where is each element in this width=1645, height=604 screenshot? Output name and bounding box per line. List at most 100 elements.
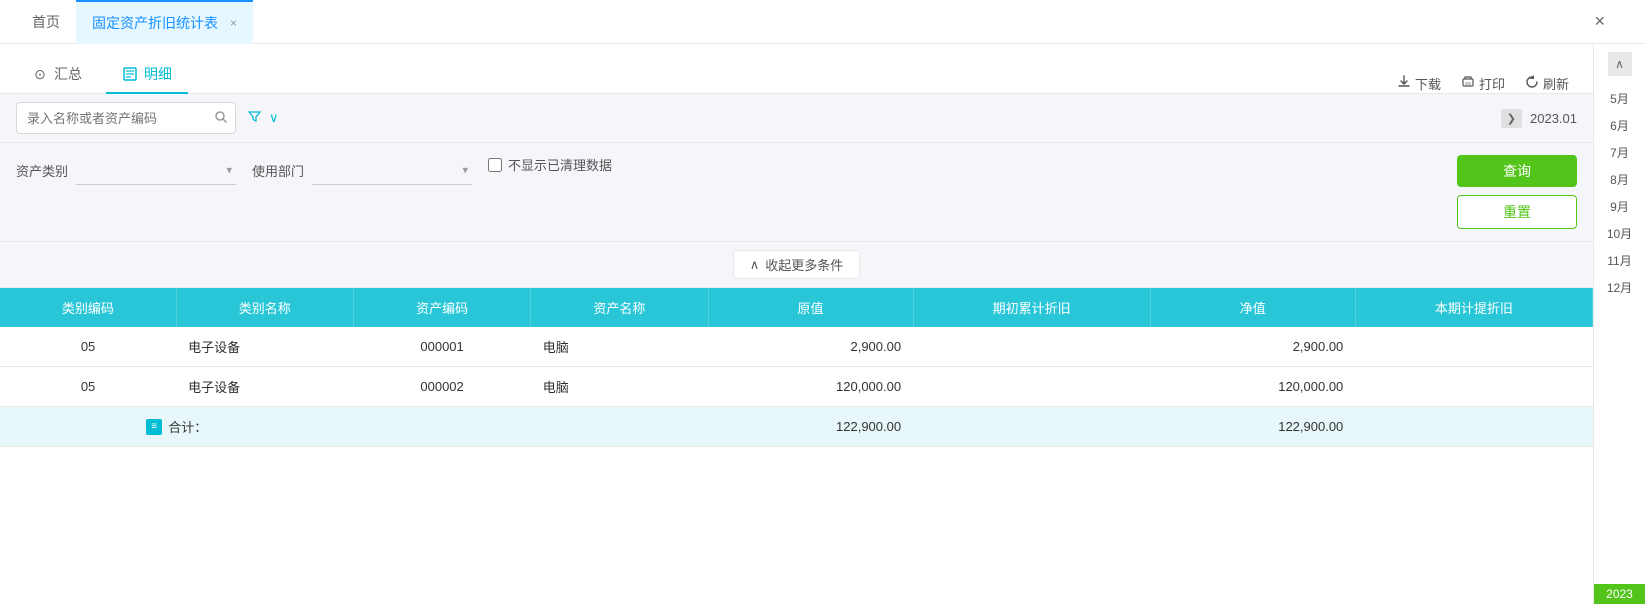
sidebar-month-9[interactable]: 9月 <box>1594 194 1645 219</box>
cell-accumulated-depreciation <box>913 327 1150 367</box>
collapse-button[interactable]: ∧ 收起更多条件 <box>733 250 861 279</box>
search-icon-button[interactable] <box>214 110 228 127</box>
filter-actions: 查询 重置 <box>1457 155 1577 229</box>
table-row: 05 电子设备 000001 电脑 2,900.00 2,900.00 <box>0 327 1593 367</box>
cell-category-code: 05 <box>0 367 176 407</box>
total-label-text: 合计： <box>168 417 207 436</box>
total-accumulated-depreciation <box>913 407 1150 447</box>
cell-category-name: 电子设备 <box>176 367 353 407</box>
filter-panel: 资产类别 使用部门 不显示已清理数据 <box>0 143 1593 242</box>
cell-net-value: 120,000.00 <box>1150 367 1355 407</box>
summary-icon: ⊙ <box>32 66 48 82</box>
header-asset-code: 资产编码 <box>353 288 530 327</box>
sidebar-month-11[interactable]: 11月 <box>1594 248 1645 273</box>
search-input-wrap <box>16 102 236 134</box>
sidebar-collapse-arrow[interactable]: ❯ <box>1501 109 1522 128</box>
active-tab-label: 固定资产折旧统计表 <box>92 13 218 33</box>
total-row: ≡ 合计： 122,900.00 122,900.00 <box>0 407 1593 447</box>
table-wrap: 类别编码 类别名称 资产编码 资产名称 原值 期初累计折旧 净值 本期计提折旧 … <box>0 288 1593 604</box>
date-display: 2023.01 <box>1530 111 1577 126</box>
sidebar-month-6[interactable]: 6月 <box>1594 113 1645 138</box>
refresh-icon <box>1525 75 1539 92</box>
cell-net-value: 2,900.00 <box>1150 327 1355 367</box>
total-current-depreciation <box>1355 407 1592 447</box>
collapse-icon: ∧ <box>750 257 760 273</box>
hide-cleared-checkbox[interactable] <box>488 158 502 172</box>
sidebar-nav-up[interactable]: ∧ <box>1608 52 1632 76</box>
department-label: 使用部门 <box>252 161 304 180</box>
print-label: 打印 <box>1479 74 1505 93</box>
sub-tabs: ⊙ 汇总 明细 <box>0 44 1593 94</box>
filter-icon <box>248 110 261 126</box>
right-sidebar: ∧ 5月 6月 7月 8月 9月 10月 11月 12月 2023 <box>1593 44 1645 604</box>
header-category-name: 类别名称 <box>176 288 353 327</box>
search-input[interactable] <box>16 102 236 134</box>
header-asset-name: 资产名称 <box>531 288 708 327</box>
sidebar-year-badge[interactable]: 2023 <box>1594 584 1645 604</box>
asset-category-select[interactable] <box>76 155 236 185</box>
top-nav: 首页 固定资产折旧统计表 × × <box>0 0 1645 44</box>
cell-asset-code: 000001 <box>353 327 530 367</box>
sidebar-month-8[interactable]: 8月 <box>1594 167 1645 192</box>
tab-summary[interactable]: ⊙ 汇总 <box>16 56 98 94</box>
active-tab[interactable]: 固定资产折旧统计表 × <box>76 0 253 44</box>
cell-asset-name: 电脑 <box>531 327 708 367</box>
header-original-value: 原值 <box>708 288 913 327</box>
detail-icon <box>122 66 138 82</box>
table-row: 05 电子设备 000002 电脑 120,000.00 120,000.00 <box>0 367 1593 407</box>
cell-category-code: 05 <box>0 327 176 367</box>
search-bar: ∨ ❯ 2023.01 <box>0 94 1593 143</box>
left-panel: ⊙ 汇总 明细 <box>0 44 1593 604</box>
total-icon: ≡ <box>146 419 162 435</box>
cell-accumulated-depreciation <box>913 367 1150 407</box>
cell-asset-name: 电脑 <box>531 367 708 407</box>
sidebar-month-10[interactable]: 10月 <box>1594 221 1645 246</box>
chevron-down-icon: ∨ <box>269 110 279 126</box>
refresh-label: 刷新 <box>1543 74 1569 93</box>
department-select[interactable] <box>312 155 472 185</box>
nav-home[interactable]: 首页 <box>16 12 76 32</box>
more-conditions-btn[interactable]: ∨ <box>248 110 279 126</box>
download-icon <box>1397 75 1411 92</box>
asset-category-filter: 资产类别 <box>16 155 236 185</box>
cell-current-depreciation <box>1355 327 1592 367</box>
query-button[interactable]: 查询 <box>1457 155 1577 187</box>
collapse-bar: ∧ 收起更多条件 <box>0 242 1593 288</box>
header-accumulated-depreciation: 期初累计折旧 <box>913 288 1150 327</box>
collapse-label: 收起更多条件 <box>765 255 843 274</box>
cell-current-depreciation <box>1355 367 1592 407</box>
tab-close-icon[interactable]: × <box>230 16 237 30</box>
header-category-code: 类别编码 <box>0 288 176 327</box>
total-label-cell: ≡ 合计： <box>0 407 353 447</box>
window-close-button[interactable]: × <box>1586 7 1613 36</box>
asset-category-label: 资产类别 <box>16 161 68 180</box>
sidebar-month-12[interactable]: 12月 <box>1594 275 1645 300</box>
print-icon <box>1461 75 1475 92</box>
tab-detail-label: 明细 <box>144 64 172 84</box>
hide-cleared-label: 不显示已清理数据 <box>508 155 612 174</box>
total-empty-1 <box>353 407 530 447</box>
department-filter: 使用部门 <box>252 155 472 185</box>
total-original-value: 122,900.00 <box>708 407 913 447</box>
cell-original-value: 2,900.00 <box>708 327 913 367</box>
reset-button[interactable]: 重置 <box>1457 195 1577 229</box>
main-content: ⊙ 汇总 明细 <box>0 44 1645 604</box>
refresh-button[interactable]: 刷新 <box>1525 74 1569 93</box>
hide-cleared-filter: 不显示已清理数据 <box>488 155 612 174</box>
total-net-value: 122,900.00 <box>1150 407 1355 447</box>
cell-asset-code: 000002 <box>353 367 530 407</box>
tab-detail[interactable]: 明细 <box>106 56 188 94</box>
cell-original-value: 120,000.00 <box>708 367 913 407</box>
print-button[interactable]: 打印 <box>1461 74 1505 93</box>
data-table: 类别编码 类别名称 资产编码 资产名称 原值 期初累计折旧 净值 本期计提折旧 … <box>0 288 1593 447</box>
total-empty-2 <box>531 407 708 447</box>
header-net-value: 净值 <box>1150 288 1355 327</box>
cell-category-name: 电子设备 <box>176 327 353 367</box>
sidebar-month-7[interactable]: 7月 <box>1594 140 1645 165</box>
download-button[interactable]: 下载 <box>1397 74 1441 93</box>
table-header-row: 类别编码 类别名称 资产编码 资产名称 原值 期初累计折旧 净值 本期计提折旧 <box>0 288 1593 327</box>
header-current-depreciation: 本期计提折旧 <box>1355 288 1592 327</box>
sidebar-month-5[interactable]: 5月 <box>1594 86 1645 111</box>
tab-summary-label: 汇总 <box>54 64 82 84</box>
download-label: 下载 <box>1415 74 1441 93</box>
